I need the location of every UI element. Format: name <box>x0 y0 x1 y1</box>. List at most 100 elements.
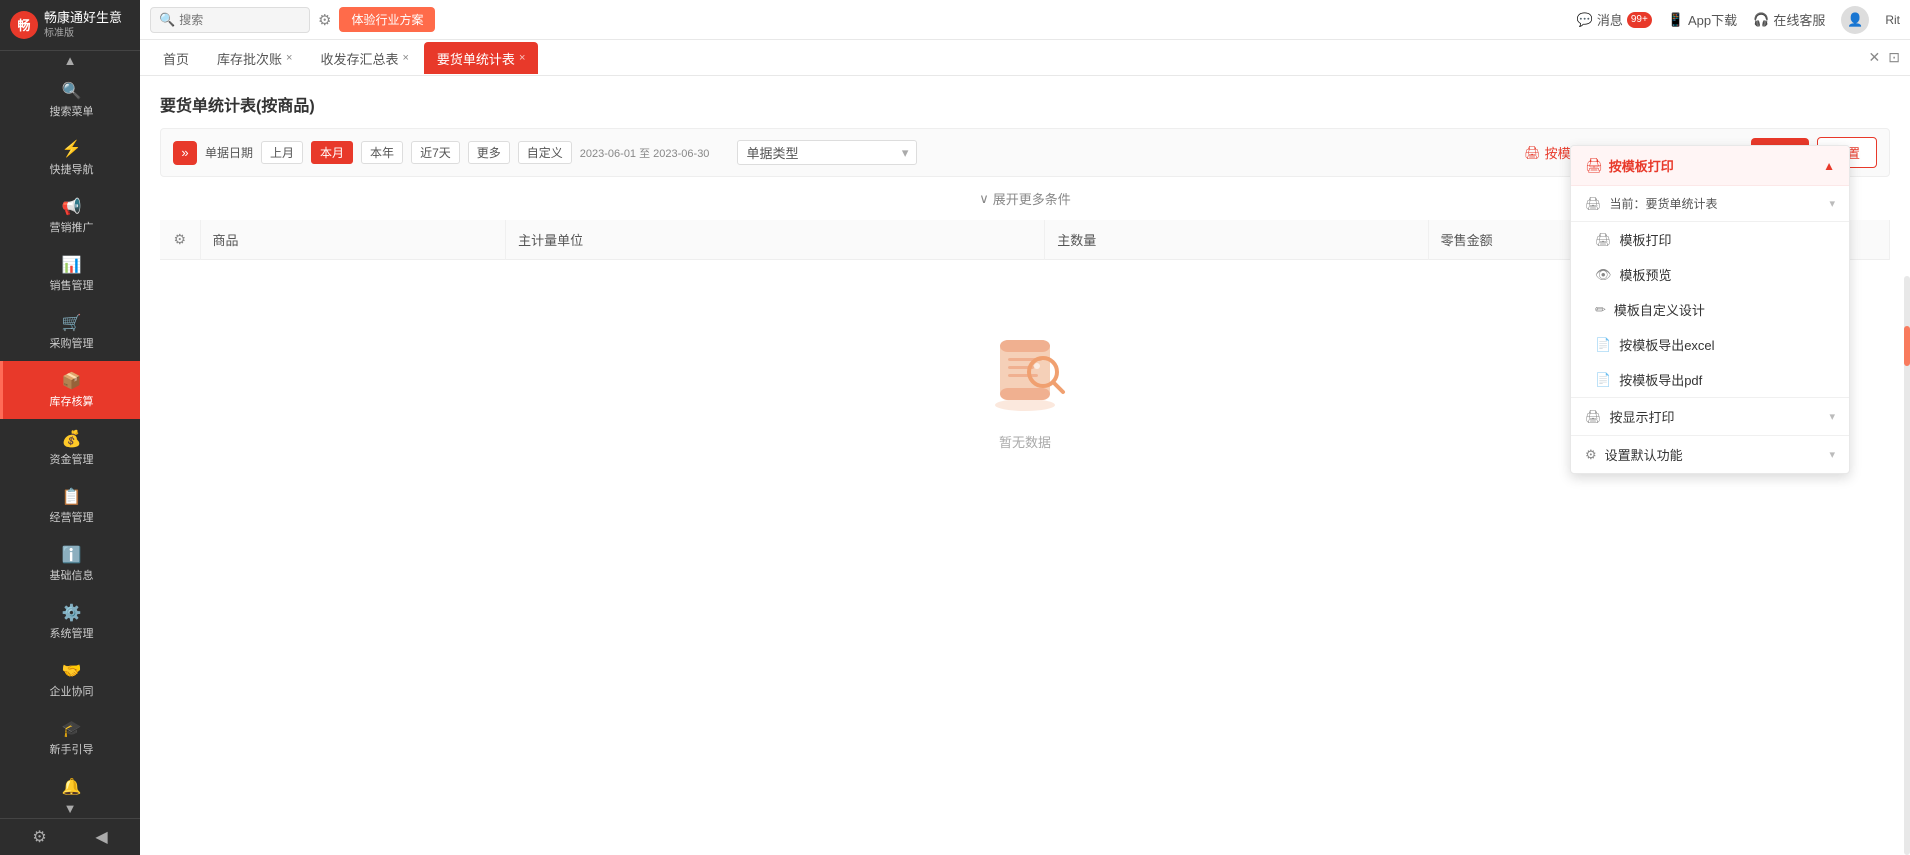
sidebar-label-basic: 基础信息 <box>50 567 94 583</box>
th-quantity: 主数量 <box>1045 220 1428 260</box>
expand-more-arrow: ∨ <box>979 191 989 207</box>
date-btn-custom[interactable]: 自定义 <box>518 141 572 164</box>
dropdown-header[interactable]: 🖨 按模板打印 ▲ <box>1571 146 1849 186</box>
template-excel-label: 按模板导出excel <box>1619 335 1835 354</box>
th-settings: ⚙ <box>160 220 200 260</box>
dropdown-item-template-pdf[interactable]: 📄 按模板导出pdf <box>1571 362 1849 397</box>
template-excel-icon: 📄 <box>1595 337 1611 353</box>
phone-icon: 📱 <box>1668 12 1684 28</box>
tab-order-stats[interactable]: 要货单统计表 × <box>424 42 538 74</box>
template-print-icon: 🖨 <box>1595 232 1612 248</box>
type-label: 单据类型 <box>746 143 798 162</box>
footer-collapse-icon[interactable]: ◀ <box>95 827 107 847</box>
dropdown-section-default: ⚙ 设置默认功能 ▾ <box>1571 436 1849 473</box>
topbar: 🔍 ⚙ 体验行业方案 💬 消息 99+ 📱 App下载 🎧 在线客服 👤 Ri <box>140 0 1910 40</box>
online-service-btn[interactable]: 🎧 在线客服 <box>1753 10 1825 29</box>
basic-icon: ℹ️ <box>62 545 82 565</box>
sidebar-item-search[interactable]: 🔍 搜索菜单 <box>0 71 140 129</box>
topbar-right: 💬 消息 99+ 📱 App下载 🎧 在线客服 👤 Rit <box>1577 6 1900 34</box>
tabs-bar: 首页 库存批次账 × 收发存汇总表 × 要货单统计表 × ✕ ⊡ <box>140 40 1910 76</box>
tab-batch-account-close[interactable]: × <box>286 52 292 64</box>
scrollbar-thumb[interactable] <box>1904 326 1910 366</box>
sidebar-label-quick: 快捷导航 <box>50 161 94 177</box>
app-download-label: App下载 <box>1688 10 1737 29</box>
default-func-icon: ⚙ <box>1585 447 1597 463</box>
display-print-icon: 🖨 <box>1585 409 1602 425</box>
search-icon: 🔍 <box>62 81 82 101</box>
search-icon-topbar: 🔍 <box>159 12 175 28</box>
dropdown-item-template-print[interactable]: 🖨 模板打印 <box>1571 222 1849 257</box>
dropdown-item-template-preview[interactable]: 👁 模板预览 <box>1571 257 1849 292</box>
tab-receive-summary-close[interactable]: × <box>402 52 408 64</box>
date-btn-this-month[interactable]: 本月 <box>311 141 353 164</box>
date-btn-last-month[interactable]: 上月 <box>261 141 303 164</box>
gear-icon[interactable]: ⚙ <box>318 11 331 29</box>
template-pdf-label: 按模板导出pdf <box>1619 370 1835 389</box>
guide-icon: 🎓 <box>62 719 82 739</box>
marketing-icon: 📢 <box>62 197 82 217</box>
scrollbar[interactable] <box>1904 276 1910 855</box>
avatar[interactable]: 👤 <box>1841 6 1869 34</box>
current-arrow: ▾ <box>1829 197 1835 210</box>
sidebar-item-purchase[interactable]: 🛒 采购管理 <box>0 303 140 361</box>
message-badge: 99+ <box>1627 12 1652 28</box>
sidebar-item-collab[interactable]: 🤝 企业协同 <box>0 651 140 709</box>
column-settings-icon[interactable]: ⚙ <box>173 231 186 247</box>
dropdown-display-print[interactable]: 🖨 按显示打印 ▾ <box>1571 398 1849 435</box>
sidebar-item-operations[interactable]: 📋 经营管理 <box>0 477 140 535</box>
sidebar-item-guide[interactable]: 🎓 新手引导 <box>0 709 140 767</box>
logo-icon: 畅 <box>10 11 38 39</box>
empty-text: 暂无数据 <box>999 432 1051 451</box>
message-btn[interactable]: 💬 消息 99+ <box>1577 10 1652 29</box>
tab-batch-account-label: 库存批次账 <box>217 49 282 68</box>
message-label: 消息 <box>1597 10 1623 29</box>
dropdown-default-func[interactable]: ⚙ 设置默认功能 ▾ <box>1571 436 1849 473</box>
filter-expand-btn[interactable]: » <box>173 141 197 165</box>
tab-home[interactable]: 首页 <box>150 42 202 74</box>
sidebar-item-basic[interactable]: ℹ️ 基础信息 <box>0 535 140 593</box>
tab-batch-account[interactable]: 库存批次账 × <box>204 42 305 74</box>
finance-icon: 💰 <box>62 429 82 449</box>
empty-icon <box>975 320 1075 420</box>
tab-receive-summary[interactable]: 收发存汇总表 × <box>307 42 421 74</box>
search-input[interactable] <box>179 13 301 27</box>
sidebar-item-inventory[interactable]: 📦 库存核算 <box>0 361 140 419</box>
current-label: 当前：要货单统计表 <box>1610 195 1830 212</box>
window-max-btn[interactable]: ⊡ <box>1888 49 1900 66</box>
tab-order-stats-close[interactable]: × <box>519 52 525 64</box>
date-btn-more[interactable]: 更多 <box>468 141 510 164</box>
date-btn-this-year[interactable]: 本年 <box>361 141 403 164</box>
sidebar-item-system[interactable]: ⚙️ 系统管理 <box>0 593 140 651</box>
app-download-btn[interactable]: 📱 App下载 <box>1668 10 1737 29</box>
sidebar-item-marketing[interactable]: 📢 营销推广 <box>0 187 140 245</box>
sales-icon: 📊 <box>62 255 82 275</box>
sidebar-scroll-up[interactable]: ▲ <box>0 51 140 71</box>
dropdown-section-display: 🖨 按显示打印 ▾ <box>1571 398 1849 436</box>
dropdown-item-template-excel[interactable]: 📄 按模板导出excel <box>1571 327 1849 362</box>
industry-btn[interactable]: 体验行业方案 <box>339 7 435 32</box>
dropdown-current-item[interactable]: 🖨 当前：要货单统计表 ▾ <box>1571 186 1849 221</box>
sidebar: 畅 畅康通好生意 标准版 ▲ 🔍 搜索菜单 ⚡ 快捷导航 📢 营销推广 📊 销售… <box>0 0 140 855</box>
template-print-label: 模板打印 <box>1620 230 1835 249</box>
window-close-btn[interactable]: ✕ <box>1869 49 1881 66</box>
display-print-label: 按显示打印 <box>1610 407 1830 426</box>
default-func-label: 设置默认功能 <box>1605 445 1830 464</box>
dropdown-header-arrow: ▲ <box>1823 159 1835 173</box>
date-label: 单据日期 <box>205 144 253 161</box>
sidebar-item-quick[interactable]: ⚡ 快捷导航 <box>0 129 140 187</box>
type-select[interactable]: 单据类型 ▾ <box>737 140 917 165</box>
topbar-search-box[interactable]: 🔍 <box>150 7 310 33</box>
sidebar-scroll-down[interactable]: ▼ <box>0 798 140 818</box>
sidebar-item-sales[interactable]: 📊 销售管理 <box>0 245 140 303</box>
dropdown-item-template-design[interactable]: ✏ 模板自定义设计 <box>1571 292 1849 327</box>
date-btn-7days[interactable]: 近7天 <box>411 141 460 164</box>
footer-settings-icon[interactable]: ⚙ <box>32 827 46 847</box>
sidebar-label-sales: 销售管理 <box>50 277 94 293</box>
sidebar-label-search: 搜索菜单 <box>50 103 94 119</box>
sidebar-item-appstore[interactable]: 🔔 应用中心 <box>0 767 140 798</box>
username: Rit <box>1885 13 1900 27</box>
headset-icon: 🎧 <box>1753 12 1769 28</box>
sidebar-item-finance[interactable]: 💰 资金管理 <box>0 419 140 477</box>
expand-more-label: 展开更多条件 <box>993 189 1071 208</box>
sidebar-footer: ⚙ ◀ <box>0 818 140 855</box>
